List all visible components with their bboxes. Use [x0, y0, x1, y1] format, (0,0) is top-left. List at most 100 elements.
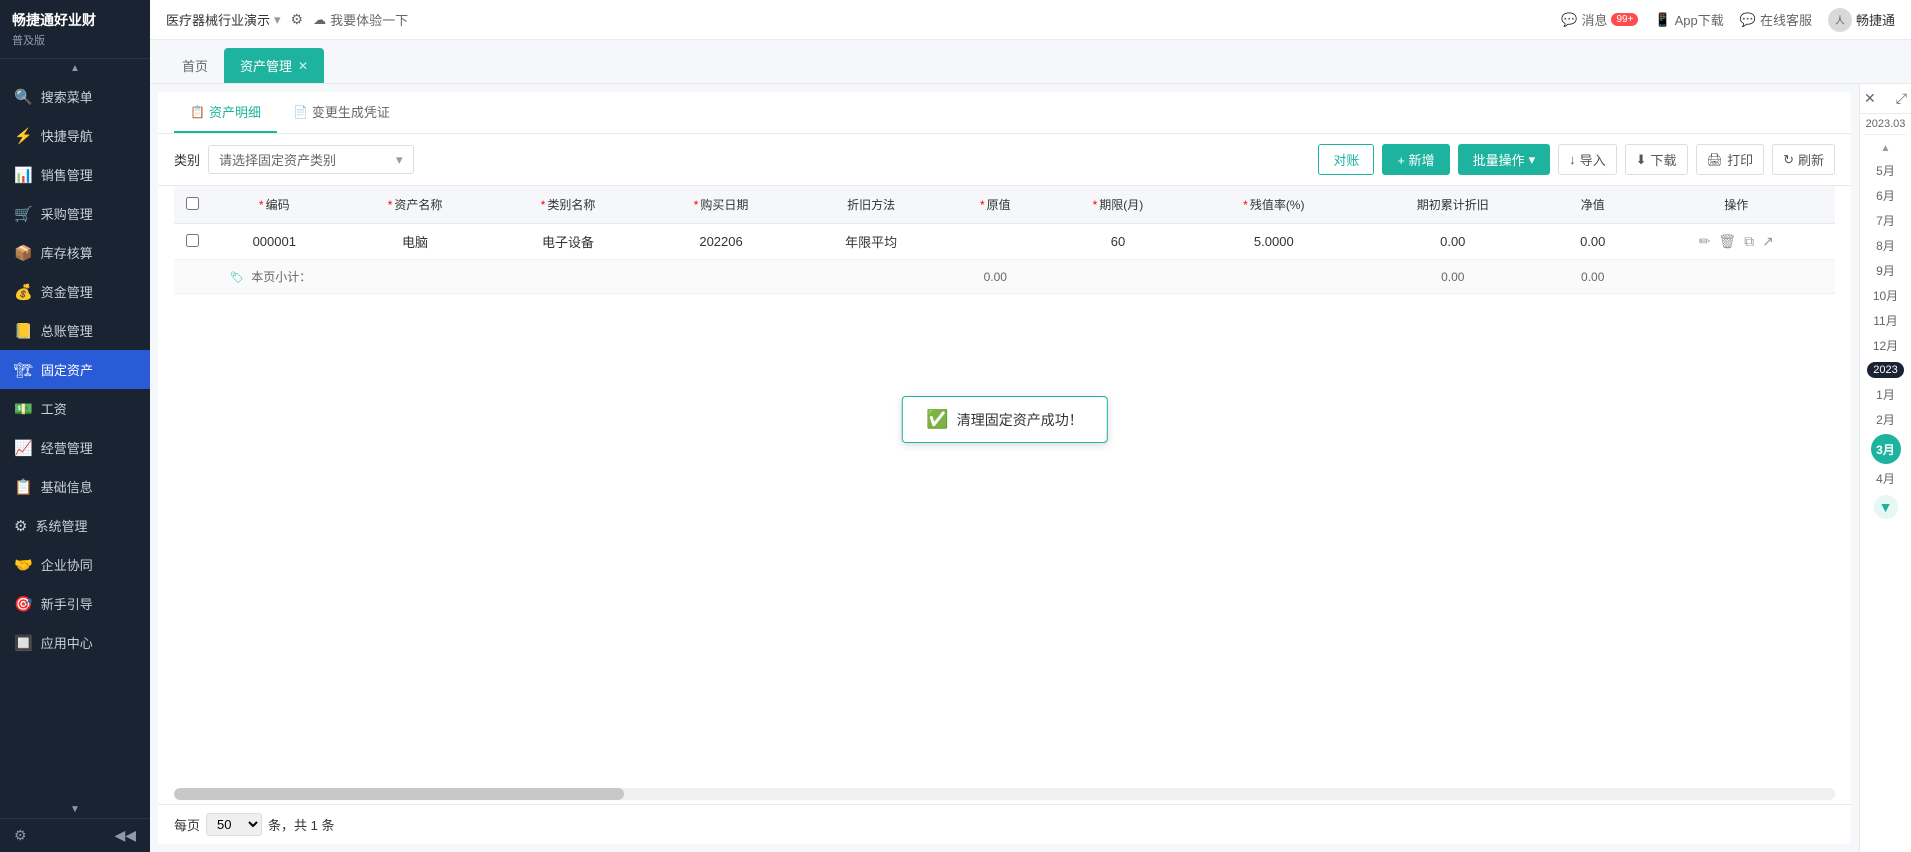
sidebar-item-系统管理[interactable]: ⚙系统管理 [0, 506, 150, 545]
reconcile-button[interactable]: 对账 [1318, 144, 1374, 175]
copy-icon[interactable]: ⧉ [1744, 233, 1754, 250]
timeline-year-2023[interactable]: 2023 [1867, 362, 1903, 378]
sidebar-label-12: 企业协同 [41, 555, 93, 574]
cell-residual-rate: 5.0000 [1190, 224, 1357, 260]
subtotal-label: 🏷 本页小计： [210, 260, 945, 294]
sidebar-item-经营管理[interactable]: 📈经营管理 [0, 428, 150, 467]
right-panel-expand-icon[interactable]: ⤢ [1896, 90, 1907, 107]
subtab-asset-detail[interactable]: 📋 资产明细 [174, 92, 277, 133]
topbar-right: 💬 消息 99+ 📱 App下载 💬 在线客服 人 畅捷通 [1561, 8, 1895, 32]
feedback-btn[interactable]: ☁ 我要体验一下 [313, 10, 408, 29]
subtotal-original-value: 0.00 [945, 260, 1046, 294]
feedback-label: 我要体验一下 [330, 10, 408, 29]
select-all-checkbox[interactable] [186, 197, 199, 210]
timeline-month-1[interactable]: 1月 [1860, 382, 1911, 407]
cell-original-value [945, 224, 1046, 260]
sidebar-label-4: 库存核算 [41, 243, 93, 262]
timeline-month-6[interactable]: 6月 [1860, 183, 1911, 208]
header-depreciation: 折旧方法 [798, 186, 945, 224]
download-button[interactable]: ⬇ 下载 [1625, 144, 1688, 175]
refresh-button[interactable]: ↻ 刷新 [1772, 144, 1835, 175]
right-panel-close-icon[interactable]: ✕ [1864, 90, 1876, 107]
timeline-month-7[interactable]: 7月 [1860, 208, 1911, 233]
message-label: 消息 [1581, 10, 1607, 29]
download-icon: ⬇ [1636, 152, 1647, 168]
cell-net-value: 0.00 [1548, 224, 1637, 260]
sidebar-header: 畅捷通好业财 普及版 [0, 0, 150, 59]
cell-depreciation: 年限平均 [798, 224, 945, 260]
settings-icon[interactable]: ⚙ [14, 827, 27, 844]
right-panel-header: ✕ ⤢ [1860, 84, 1911, 114]
timeline-scroll-down[interactable]: ▼ [1874, 495, 1898, 519]
subtotal-net-value: 0.00 [1548, 260, 1637, 294]
asset-table: *编码 *资产名称 *类别名称 *购买日期 折旧方法 *原值 *期限(月) *残… [174, 186, 1835, 294]
collapse-icon[interactable]: ◀◀ [114, 827, 136, 844]
subtab-voucher[interactable]: 📄 变更生成凭证 [277, 92, 406, 133]
sidebar-icon-10: 📋 [14, 478, 33, 496]
sidebar-item-应用中心[interactable]: 🔲应用中心 [0, 623, 150, 662]
subtotal-period [1046, 260, 1190, 294]
more-icon[interactable]: ↗ [1762, 233, 1774, 250]
per-page-select[interactable]: 50 100 200 [206, 813, 262, 836]
batch-button[interactable]: 批量操作 ▾ [1458, 144, 1551, 175]
timeline-month-4[interactable]: 4月 [1860, 466, 1911, 491]
company-selector[interactable]: 医疗器械行业演示 ▾ [166, 10, 281, 29]
row-checkbox[interactable] [186, 234, 199, 247]
avatar: 人 [1828, 8, 1852, 32]
table-header-row: *编码 *资产名称 *类别名称 *购买日期 折旧方法 *原值 *期限(月) *残… [174, 186, 1835, 224]
import-button[interactable]: ↓ 导入 [1558, 144, 1617, 175]
timeline: ▲ 5月 6月 7月 8月 9月 10月 11月 12月 2023 1月 2月 … [1860, 135, 1911, 852]
tabbar: 首页 资产管理 ✕ [150, 40, 1911, 84]
sidebar-icon-14: 🔲 [14, 634, 33, 652]
timeline-month-2[interactable]: 2月 [1860, 407, 1911, 432]
sidebar-item-企业协同[interactable]: 🤝企业协同 [0, 545, 150, 584]
sidebar-item-固定资产[interactable]: 🏗固定资产 [0, 350, 150, 389]
edit-icon[interactable]: ✏ [1699, 233, 1711, 250]
print-button[interactable]: 🖨 打印 [1696, 144, 1765, 175]
sidebar-scroll-up[interactable]: ▲ [0, 59, 150, 77]
delete-icon[interactable]: 🗑 [1718, 233, 1736, 250]
timeline-scroll-up[interactable]: ▲ [1877, 139, 1895, 158]
sidebar-item-库存核算[interactable]: 📦库存核算 [0, 233, 150, 272]
sidebar-item-采购管理[interactable]: 🛒采购管理 [0, 194, 150, 233]
tab-asset-management[interactable]: 资产管理 ✕ [224, 48, 324, 83]
horizontal-scrollbar[interactable] [174, 788, 1835, 800]
tab-close-icon[interactable]: ✕ [298, 59, 308, 73]
timeline-month-3-current[interactable]: 3月 [1871, 434, 1901, 464]
new-button[interactable]: + 新增 [1382, 144, 1449, 175]
sidebar-item-总账管理[interactable]: 📒总账管理 [0, 311, 150, 350]
sidebar-item-基础信息[interactable]: 📋基础信息 [0, 467, 150, 506]
per-page-label: 每页 [174, 815, 200, 834]
app-title: 畅捷通好业财 [12, 10, 96, 30]
content-wrap: 📋 资产明细 📄 变更生成凭证 类别 请选择固定资产类别 ▾ [150, 84, 1911, 852]
sidebar: 畅捷通好业财 普及版 ▲ 🔍搜索菜单⚡快捷导航📊销售管理🛒采购管理📦库存核算💰资… [0, 0, 150, 852]
timeline-month-10[interactable]: 10月 [1860, 283, 1911, 308]
timeline-month-9[interactable]: 9月 [1860, 258, 1911, 283]
header-residual-rate: *残值率(%) [1190, 186, 1357, 224]
timeline-month-5[interactable]: 5月 [1860, 158, 1911, 183]
category-filter[interactable]: 请选择固定资产类别 ▾ [208, 145, 414, 174]
sidebar-label-2: 销售管理 [41, 165, 93, 184]
app-download-icon: 📱 [1654, 12, 1670, 28]
timeline-month-12[interactable]: 12月 [1860, 333, 1911, 358]
sidebar-scroll-down[interactable]: ▼ [0, 800, 150, 818]
subtab-detail-label: 资产明细 [209, 102, 261, 121]
app-download-btn[interactable]: 📱 App下载 [1654, 10, 1723, 29]
user-menu[interactable]: 人 畅捷通 [1828, 8, 1895, 32]
timeline-month-11[interactable]: 11月 [1860, 308, 1911, 333]
sidebar-item-新手引导[interactable]: 🎯新手引导 [0, 584, 150, 623]
sidebar-icon-0: 🔍 [14, 88, 33, 106]
tab-home[interactable]: 首页 [166, 48, 224, 83]
message-btn[interactable]: 💬 消息 99+ [1561, 10, 1638, 29]
sidebar-item-快捷导航[interactable]: ⚡快捷导航 [0, 116, 150, 155]
tab-home-label: 首页 [182, 59, 208, 74]
refresh-label: 刷新 [1798, 150, 1824, 169]
timeline-month-8[interactable]: 8月 [1860, 233, 1911, 258]
sidebar-item-销售管理[interactable]: 📊销售管理 [0, 155, 150, 194]
sidebar-bottom: ⚙ ◀◀ [0, 818, 150, 852]
topbar-gear-icon[interactable]: ⚙ [291, 11, 304, 28]
online-service-btn[interactable]: 💬 在线客服 [1740, 10, 1812, 29]
sidebar-item-工资[interactable]: 💵工资 [0, 389, 150, 428]
sidebar-item-搜索菜单[interactable]: 🔍搜索菜单 [0, 77, 150, 116]
sidebar-item-资金管理[interactable]: 💰资金管理 [0, 272, 150, 311]
